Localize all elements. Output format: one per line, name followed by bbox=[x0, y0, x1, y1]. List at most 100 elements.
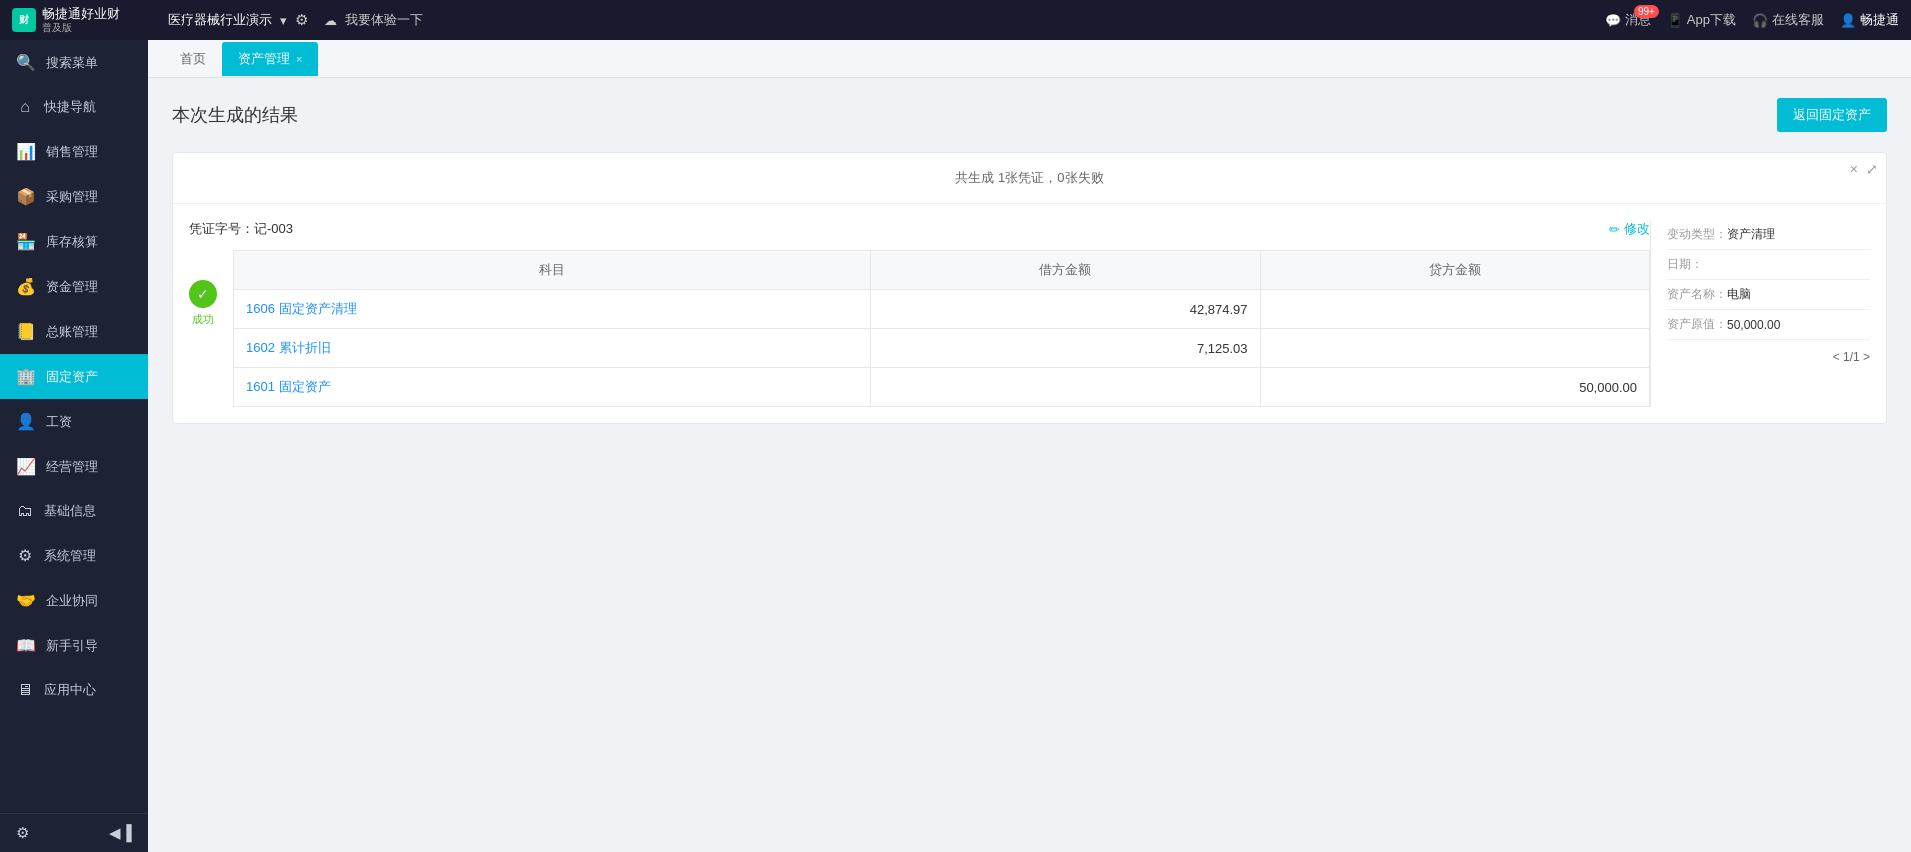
col-subject: 科目 bbox=[234, 251, 871, 290]
chevron-down-icon[interactable]: ▾ bbox=[280, 13, 287, 28]
summary-row: 共生成 1张凭证，0张失败 bbox=[173, 153, 1886, 204]
sidebar-label-10: 基础信息 bbox=[44, 502, 96, 520]
debit-cell-2 bbox=[871, 368, 1260, 407]
sidebar-item-7[interactable]: 🏢 固定资产 bbox=[0, 354, 148, 399]
sidebar-icon-11: ⚙ bbox=[16, 546, 34, 565]
asset-name-value: 电脑 bbox=[1727, 286, 1751, 303]
sidebar-item-3[interactable]: 📦 采购管理 bbox=[0, 174, 148, 219]
sidebar-icon-1: ⌂ bbox=[16, 98, 34, 116]
sidebar-item-13[interactable]: 📖 新手引导 bbox=[0, 623, 148, 668]
summary-text: 共生成 1张凭证，0张失败 bbox=[955, 170, 1103, 185]
logo-name: 畅捷通好业财 bbox=[42, 6, 120, 22]
company-selector[interactable]: 医疗器械行业演示 bbox=[168, 11, 272, 29]
success-badge: ✓ 成功 bbox=[189, 250, 217, 407]
sidebar-item-4[interactable]: 🏪 库存核算 bbox=[0, 219, 148, 264]
sidebar-item-1[interactable]: ⌂ 快捷导航 bbox=[0, 85, 148, 129]
sidebar-item-14[interactable]: 🖥 应用中心 bbox=[0, 668, 148, 712]
tab-home[interactable]: 首页 bbox=[164, 42, 222, 76]
sidebar-item-10[interactable]: 🗂 基础信息 bbox=[0, 489, 148, 533]
sidebar-label-13: 新手引导 bbox=[46, 637, 98, 655]
user-avatar[interactable]: 👤 畅捷通 bbox=[1840, 11, 1899, 29]
sidebar-icon-13: 📖 bbox=[16, 636, 36, 655]
subject-cell-2: 1601 固定资产 bbox=[234, 368, 871, 407]
tab-asset-mgmt-label: 资产管理 bbox=[238, 50, 290, 68]
asset-value-value: 50,000.00 bbox=[1727, 318, 1780, 332]
sidebar-item-2[interactable]: 📊 销售管理 bbox=[0, 129, 148, 174]
user-name: 畅捷通 bbox=[1860, 11, 1899, 29]
edit-label: 修改 bbox=[1624, 220, 1650, 238]
header-right: 💬 消息 99+ 📱 App下载 🎧 在线客服 👤 畅捷通 bbox=[1605, 11, 1899, 29]
table-row: 1602 累计折旧 7,125.03 bbox=[234, 329, 1650, 368]
success-text: 成功 bbox=[192, 312, 214, 327]
asset-value-label: 资产原值： bbox=[1667, 316, 1727, 333]
message-button[interactable]: 💬 消息 99+ bbox=[1605, 11, 1651, 29]
experience-link[interactable]: 我要体验一下 bbox=[345, 11, 423, 29]
sidebar-label-14: 应用中心 bbox=[44, 681, 96, 699]
pagination-text[interactable]: < 1/1 > bbox=[1833, 350, 1870, 364]
pagination[interactable]: < 1/1 > bbox=[1667, 340, 1870, 374]
voucher-right: 变动类型： 资产清理 日期： 资产名称： 电脑 资产原值： bbox=[1650, 220, 1870, 407]
edit-icon: ✏ bbox=[1609, 222, 1620, 237]
detail-asset-value: 资产原值： 50,000.00 bbox=[1667, 310, 1870, 340]
page-content: 本次生成的结果 返回固定资产 × ⤢ 共生成 1张凭证，0张失败 bbox=[148, 78, 1911, 852]
table-row: 1606 固定资产清理 42,874.97 bbox=[234, 290, 1650, 329]
sidebar-icon-3: 📦 bbox=[16, 187, 36, 206]
debit-cell-1: 7,125.03 bbox=[871, 329, 1260, 368]
sidebar-scroll: 🔍 搜索菜单 ⌂ 快捷导航 📊 销售管理 📦 采购管理 🏪 库存核算 💰 资金管… bbox=[0, 40, 148, 813]
sidebar-item-8[interactable]: 👤 工资 bbox=[0, 399, 148, 444]
col-debit: 借方金额 bbox=[871, 251, 1260, 290]
asset-name-label: 资产名称： bbox=[1667, 286, 1727, 303]
logo-sub: 普及版 bbox=[42, 22, 120, 34]
collapse-icon[interactable]: ◀▐ bbox=[109, 824, 132, 842]
debit-cell-0: 42,874.97 bbox=[871, 290, 1260, 329]
sidebar-icon-12: 🤝 bbox=[16, 591, 36, 610]
sidebar-item-11[interactable]: ⚙ 系统管理 bbox=[0, 533, 148, 578]
col-credit: 贷方金额 bbox=[1260, 251, 1649, 290]
sidebar-item-5[interactable]: 💰 资金管理 bbox=[0, 264, 148, 309]
app-download-button[interactable]: 📱 App下载 bbox=[1667, 11, 1736, 29]
subject-cell-0: 1606 固定资产清理 bbox=[234, 290, 871, 329]
voucher-block: 凭证字号：记-003 ✏ 修改 ✓ bbox=[173, 204, 1886, 423]
main-layout: 🔍 搜索菜单 ⌂ 快捷导航 📊 销售管理 📦 采购管理 🏪 库存核算 💰 资金管… bbox=[0, 40, 1911, 852]
check-icon: ✓ bbox=[197, 286, 209, 302]
avatar-icon: 👤 bbox=[1840, 13, 1856, 28]
edit-button[interactable]: ✏ 修改 bbox=[1609, 220, 1650, 238]
sidebar-item-0[interactable]: 🔍 搜索菜单 bbox=[0, 40, 148, 85]
credit-cell-1 bbox=[1260, 329, 1649, 368]
sidebar-label-5: 资金管理 bbox=[46, 278, 98, 296]
sidebar-icon-5: 💰 bbox=[16, 277, 36, 296]
close-panel-icon[interactable]: × bbox=[1850, 161, 1858, 177]
download-icon: 📱 bbox=[1667, 13, 1683, 28]
tab-asset-mgmt[interactable]: 资产管理 × bbox=[222, 42, 318, 76]
return-button[interactable]: 返回固定资产 bbox=[1777, 98, 1887, 132]
expand-panel-icon[interactable]: ⤢ bbox=[1866, 161, 1878, 177]
settings-icon[interactable]: ⚙ bbox=[295, 11, 308, 29]
table-row: 1601 固定资产 50,000.00 bbox=[234, 368, 1650, 407]
online-service-button[interactable]: 🎧 在线客服 bbox=[1752, 11, 1824, 29]
success-circle: ✓ bbox=[189, 280, 217, 308]
sidebar-label-9: 经营管理 bbox=[46, 458, 98, 476]
sidebar-icon-2: 📊 bbox=[16, 142, 36, 161]
logo-icon: 财 bbox=[12, 8, 36, 32]
sidebar-icon-9: 📈 bbox=[16, 457, 36, 476]
sidebar-item-6[interactable]: 📒 总账管理 bbox=[0, 309, 148, 354]
change-type-value: 资产清理 bbox=[1727, 226, 1775, 243]
sidebar-icon-4: 🏪 bbox=[16, 232, 36, 251]
detail-date: 日期： bbox=[1667, 250, 1870, 280]
sidebar-icon-8: 👤 bbox=[16, 412, 36, 431]
sidebar-label-1: 快捷导航 bbox=[44, 98, 96, 116]
tab-home-label: 首页 bbox=[180, 50, 206, 68]
message-badge: 99+ bbox=[1634, 5, 1659, 18]
tab-close-icon[interactable]: × bbox=[296, 53, 302, 65]
sidebar-item-12[interactable]: 🤝 企业协同 bbox=[0, 578, 148, 623]
sidebar-item-9[interactable]: 📈 经营管理 bbox=[0, 444, 148, 489]
settings-bottom-icon[interactable]: ⚙ bbox=[16, 824, 29, 842]
voucher-table: 科目 借方金额 贷方金额 1606 固定资产清理 42,874.97 1602 … bbox=[233, 250, 1650, 407]
content-area: 首页 资产管理 × 本次生成的结果 返回固定资产 × ⤢ bbox=[148, 40, 1911, 852]
top-header: 财 畅捷通好业财 普及版 医疗器械行业演示 ▾ ⚙ ☁ 我要体验一下 💬 消息 … bbox=[0, 0, 1911, 40]
sidebar-label-0: 搜索菜单 bbox=[46, 54, 98, 72]
sidebar-icon-6: 📒 bbox=[16, 322, 36, 341]
sidebar-label-4: 库存核算 bbox=[46, 233, 98, 251]
credit-cell-2: 50,000.00 bbox=[1260, 368, 1649, 407]
page-title-row: 本次生成的结果 返回固定资产 bbox=[172, 98, 1887, 132]
